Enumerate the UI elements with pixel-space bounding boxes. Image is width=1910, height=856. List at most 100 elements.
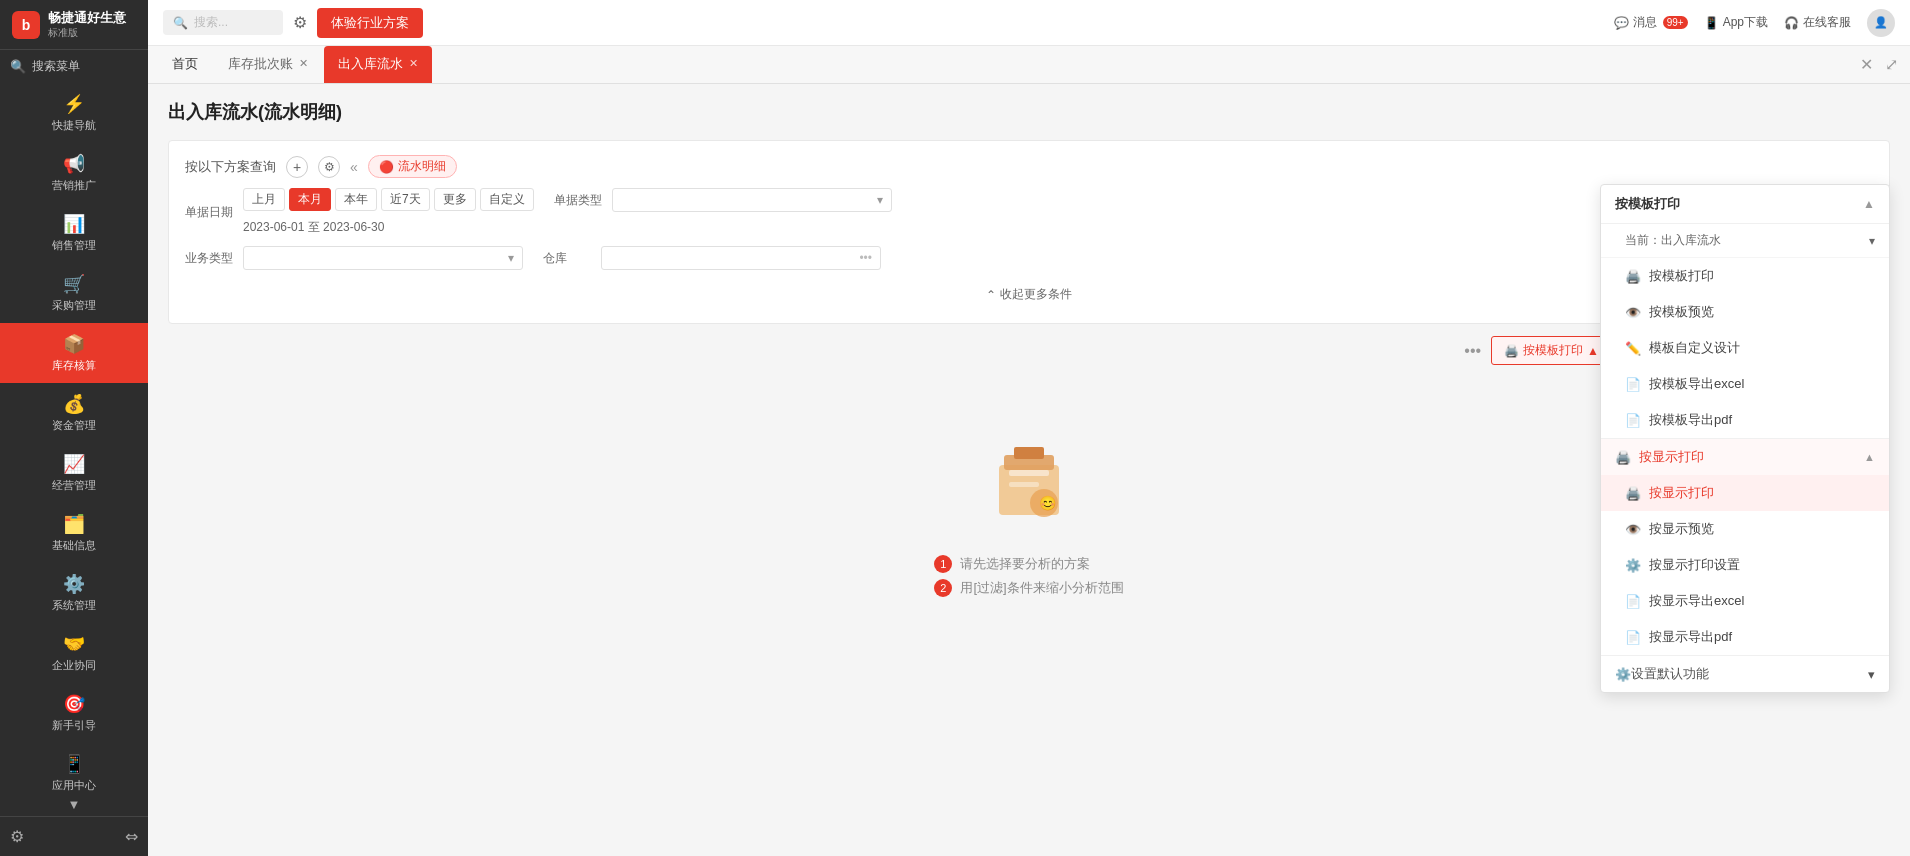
template-export-pdf-item[interactable]: 📄 按模板导出pdf [1601,402,1889,438]
sidebar-item-marketing[interactable]: 📢 营销推广 [0,143,148,203]
display-preview-label: 按显示预览 [1649,520,1714,538]
date-btn-current-month[interactable]: 本月 [289,188,331,211]
message-badge: 99+ [1663,16,1688,29]
main-area: 🔍 搜索... ⚙ 体验行业方案 💬 消息 99+ 📱 App下载 🎧 在线客服… [148,0,1910,856]
avatar-text: 👤 [1874,16,1888,29]
filter-warehouse-field: 仓库 ••• [543,246,881,270]
topbar-app-download[interactable]: 📱 App下载 [1704,14,1768,31]
display-print-item[interactable]: 🖨️ 按显示打印 [1601,475,1889,511]
topbar: 🔍 搜索... ⚙ 体验行业方案 💬 消息 99+ 📱 App下载 🎧 在线客服… [148,0,1910,46]
tab-home[interactable]: 首页 [158,46,212,83]
print-button[interactable]: 🖨️ 按模板打印 ▲ [1491,336,1612,365]
filter-settings-button[interactable]: ⚙ [318,156,340,178]
sidebar-item-quick-nav[interactable]: ⚡ 快捷导航 [0,83,148,143]
sidebar-item-purchase[interactable]: 🛒 采购管理 [0,263,148,323]
business-type-select[interactable]: ▾ [243,246,523,270]
date-btn-current-year[interactable]: 本年 [335,188,377,211]
display-preview-item[interactable]: 👁️ 按显示预览 [1601,511,1889,547]
industry-solution-button[interactable]: 体验行业方案 [317,8,423,38]
sidebar-item-guide[interactable]: 🎯 新手引导 [0,683,148,743]
template-custom-label: 模板自定义设计 [1649,339,1740,357]
display-section-label: 按显示打印 [1639,448,1704,466]
date-btn-custom[interactable]: 自定义 [480,188,534,211]
print-dropdown-panel: 按模板打印 ▲ 当前：出入库流水 ▾ 🖨️ 按模板打印 👁️ 按模板预览 ✏️ [1600,184,1890,693]
sidebar-item-finance[interactable]: 💰 资金管理 [0,383,148,443]
sidebar-item-operation[interactable]: 📈 经营管理 [0,443,148,503]
sidebar-item-collab[interactable]: 🤝 企业协同 [0,623,148,683]
tab-flow-close-icon[interactable]: ✕ [409,57,418,70]
sidebar-item-app-center[interactable]: 📱 应用中心 [0,743,148,793]
settings-bottom-icon[interactable]: ⚙ [10,827,24,846]
date-btn-more[interactable]: 更多 [434,188,476,211]
marketing-icon: 📢 [63,153,85,175]
app-logo-icon: b [12,11,40,39]
sidebar-item-label: 营销推广 [52,178,96,193]
window-close-icon[interactable]: ✕ [1858,53,1875,76]
filter-date-field: 单据日期 上月 本月 本年 近7天 更多 自定义 2023-06-01 至 20… [185,188,534,236]
set-default-label: 设置默认功能 [1631,665,1709,683]
warehouse-select[interactable]: ••• [601,246,881,270]
sidebar-item-system[interactable]: ⚙️ 系统管理 [0,563,148,623]
topbar-gear-icon[interactable]: ⚙ [293,13,307,32]
current-chevron-icon: ▾ [1869,234,1875,248]
display-section-header[interactable]: 🖨️ 按显示打印 ▲ [1601,439,1889,475]
filter-business-type-field: 业务类型 ▾ [185,246,523,270]
display-export-excel-item[interactable]: 📄 按显示导出excel [1601,583,1889,619]
toolbar-more-icon[interactable]: ••• [1464,342,1481,360]
window-maximize-icon[interactable]: ⤢ [1883,53,1900,76]
doc-type-select[interactable]: ▾ [612,188,892,212]
template-print-icon: 🖨️ [1625,269,1641,284]
svg-rect-2 [1014,447,1044,459]
set-default-button[interactable]: ⚙️ 设置默认功能 ▾ [1601,656,1889,692]
filter-tag-label: 流水明细 [398,158,446,175]
quick-nav-icon: ⚡ [63,93,85,115]
sidebar-item-basic[interactable]: 🗂️ 基础信息 [0,503,148,563]
sidebar-item-label: 资金管理 [52,418,96,433]
empty-step-2: 2 用[过滤]条件来缩小分析范围 [934,579,1123,597]
date-btn-last-month[interactable]: 上月 [243,188,285,211]
template-custom-item[interactable]: ✏️ 模板自定义设计 [1601,330,1889,366]
tab-batch-account-close-icon[interactable]: ✕ [299,57,308,70]
display-excel-label: 按显示导出excel [1649,592,1744,610]
collapse-icon[interactable]: ⇔ [125,827,138,846]
filter-add-button[interactable]: + [286,156,308,178]
topbar-search[interactable]: 🔍 搜索... [163,10,283,35]
template-custom-icon: ✏️ [1625,341,1641,356]
sidebar-item-sales[interactable]: 📊 销售管理 [0,203,148,263]
message-icon: 💬 [1614,16,1629,30]
warehouse-label: 仓库 [543,250,593,267]
topbar-online-service[interactable]: 🎧 在线客服 [1784,14,1851,31]
collapse-icon: ⌃ [986,288,996,302]
operation-icon: 📈 [63,453,85,475]
template-print-item[interactable]: 🖨️ 按模板打印 [1601,258,1889,294]
system-icon: ⚙️ [63,573,85,595]
date-btn-last-7days[interactable]: 近7天 [381,188,430,211]
display-export-pdf-item[interactable]: 📄 按显示导出pdf [1601,619,1889,655]
set-default-icon: ⚙️ [1615,667,1631,682]
filter-tag[interactable]: 🔴 流水明细 [368,155,457,178]
service-label: 在线客服 [1803,14,1851,31]
display-print-settings-item[interactable]: ⚙️ 按显示打印设置 [1601,547,1889,583]
set-default-chevron-icon: ▾ [1868,667,1875,682]
sidebar-item-inventory[interactable]: 📦 库存核算 [0,323,148,383]
topbar-message[interactable]: 💬 消息 99+ [1614,14,1688,31]
template-pdf-icon: 📄 [1625,413,1641,428]
template-export-excel-item[interactable]: 📄 按模板导出excel [1601,366,1889,402]
svg-rect-3 [1009,470,1049,476]
empty-illustration: 😊 [979,435,1079,535]
page-content: 出入库流水(流水明细) 按以下方案查询 + ⚙ « 🔴 流水明细 单据日期 [148,84,1910,856]
basic-icon: 🗂️ [63,513,85,535]
user-avatar[interactable]: 👤 [1867,9,1895,37]
sidebar-search[interactable]: 🔍 搜索菜单 [0,50,148,83]
tab-batch-account[interactable]: 库存批次账 ✕ [214,46,322,83]
filter-collapse-icon[interactable]: « [350,159,358,175]
sidebar-item-label: 销售管理 [52,238,96,253]
display-settings-icon: ⚙️ [1625,558,1641,573]
dropdown-title: 按模板打印 [1615,195,1680,213]
tab-flow[interactable]: 出入库流水 ✕ [324,46,432,83]
sales-icon: 📊 [63,213,85,235]
filter-tag-icon: 🔴 [379,160,394,174]
sidebar-scroll-down[interactable]: ▼ [0,793,148,816]
sidebar-logo: b 畅捷通好生意 标准版 [0,0,148,50]
template-preview-item[interactable]: 👁️ 按模板预览 [1601,294,1889,330]
